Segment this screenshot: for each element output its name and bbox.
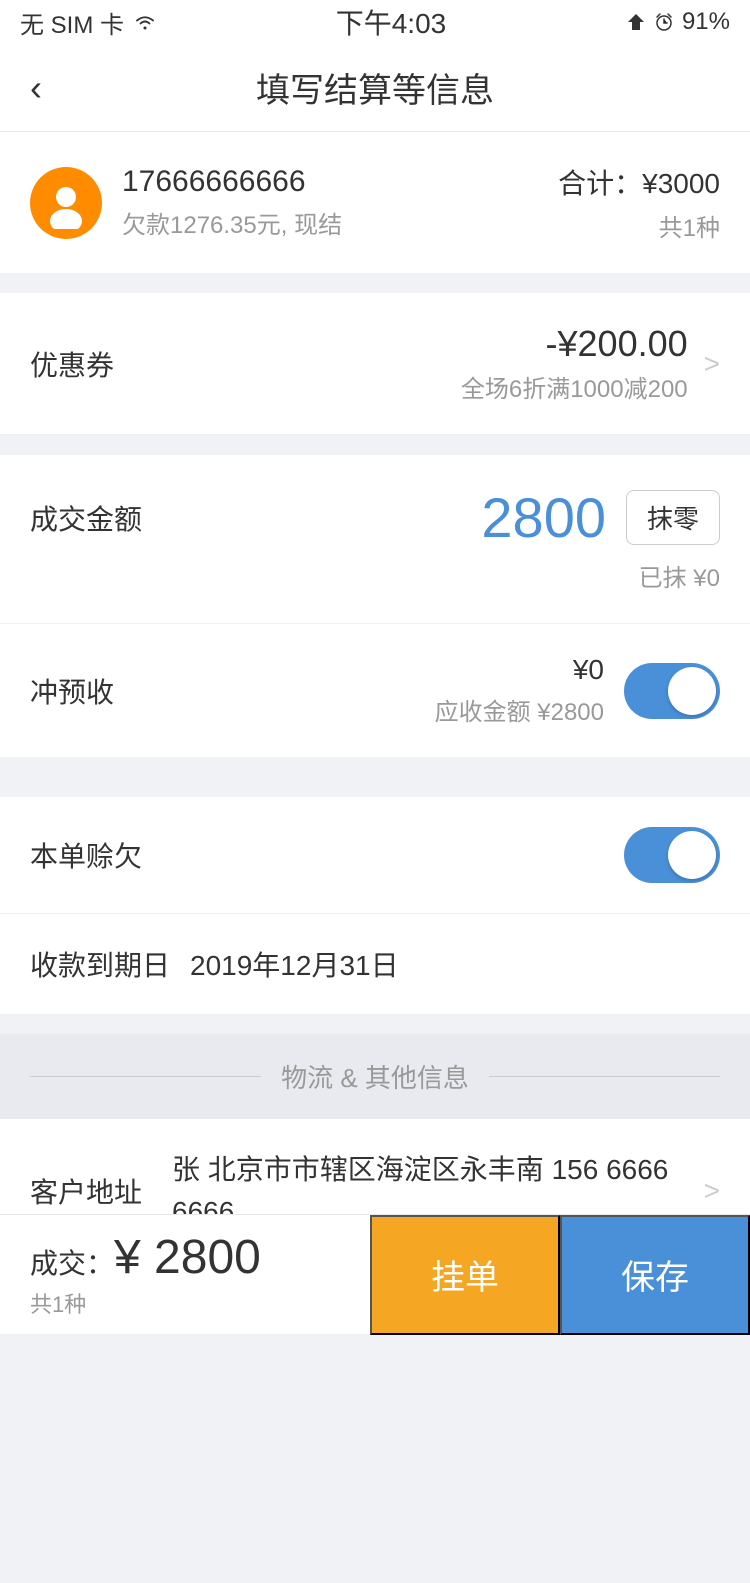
- pending-button[interactable]: 挂单: [370, 1215, 560, 1335]
- user-left: 17666666666 欠款1276.35元, 现结: [30, 165, 342, 240]
- avatar: [30, 167, 102, 239]
- total-label: 合计：: [558, 168, 642, 199]
- back-button[interactable]: ‹: [30, 67, 42, 109]
- content: 17666666666 欠款1276.35元, 现结 合计：¥3000 共1种 …: [0, 132, 750, 1583]
- user-sub-text: 欠款1276.35元, 现结: [122, 205, 342, 240]
- deal-amount-section: 成交金额 2800 抹零 已抹 ¥0: [0, 455, 750, 624]
- coupon-amount: -¥200.00: [461, 323, 688, 365]
- battery-level: 91%: [682, 8, 730, 36]
- deal-label: 成交金额: [30, 498, 142, 538]
- status-time: 下午4:03: [336, 2, 447, 42]
- prepay-top: 冲预收 ¥0 应收金额 ¥2800: [30, 654, 720, 727]
- duedate-label: 收款到期日: [30, 944, 170, 984]
- status-right: 91%: [626, 8, 730, 36]
- bottom-deal-label: 成交：: [30, 1248, 114, 1279]
- coupon-label: 优惠券: [30, 344, 114, 384]
- deal-amount-value: 2800: [481, 485, 606, 550]
- nav-bar: ‹ 填写结算等信息: [0, 44, 750, 132]
- sim-status: 无 SIM 卡: [20, 5, 124, 40]
- divider-2: [0, 435, 750, 455]
- avatar-icon: [40, 177, 92, 229]
- prepay-right: ¥0 应收金额 ¥2800: [435, 654, 720, 727]
- divider-3: [0, 757, 750, 777]
- prepay-amount: ¥0: [435, 654, 604, 686]
- status-bar: 无 SIM 卡 下午4:03 91%: [0, 0, 750, 44]
- status-left: 无 SIM 卡: [20, 5, 156, 40]
- address-chevron-icon: >: [704, 1175, 720, 1207]
- user-card: 17666666666 欠款1276.35元, 现结 合计：¥3000 共1种: [0, 132, 750, 273]
- prepay-sub: 应收金额 ¥2800: [435, 692, 604, 727]
- debt-label: 本单赊欠: [30, 835, 142, 875]
- section-header: 物流 & 其他信息: [0, 1034, 750, 1119]
- debt-section: 本单赊欠: [0, 797, 750, 913]
- deal-right: 2800 抹零: [481, 485, 720, 550]
- deal-sub: 已抹 ¥0: [30, 558, 720, 593]
- header-line-left: [30, 1076, 261, 1077]
- user-right: 合计：¥3000 共1种: [558, 162, 720, 243]
- bottom-bar: 成交：¥ 2800 共1种 挂单 保存: [0, 1214, 750, 1334]
- bottom-deal-amount: ¥ 2800: [114, 1231, 261, 1284]
- alarm-icon: [654, 12, 674, 32]
- coupon-desc: 全场6折满1000减200: [461, 369, 688, 404]
- bottom-deal-count: 共1种: [30, 1287, 340, 1319]
- duedate-value: 2019年12月31日: [190, 944, 399, 984]
- save-button[interactable]: 保存: [560, 1215, 750, 1335]
- bottom-deal-row: 成交：¥ 2800: [30, 1230, 340, 1285]
- prepay-section: 冲预收 ¥0 应收金额 ¥2800: [0, 624, 750, 757]
- wifi-icon: [134, 14, 156, 30]
- user-count: 共1种: [558, 208, 720, 243]
- location-icon: [626, 12, 646, 32]
- user-info: 17666666666 欠款1276.35元, 现结: [122, 165, 342, 240]
- bottom-summary: 成交：¥ 2800 共1种: [0, 1230, 370, 1319]
- user-phone: 17666666666: [122, 165, 342, 199]
- user-total: 合计：¥3000: [558, 162, 720, 202]
- coupon-row[interactable]: 优惠券 -¥200.00 全场6折满1000减200 >: [0, 293, 750, 435]
- chevron-right-icon: >: [704, 348, 720, 380]
- header-line-right: [489, 1076, 720, 1077]
- total-amount: ¥3000: [642, 168, 720, 199]
- divider-1: [0, 273, 750, 293]
- coupon-right: -¥200.00 全场6折满1000减200 >: [461, 323, 720, 404]
- round-button[interactable]: 抹零: [626, 490, 720, 545]
- prepay-label: 冲预收: [30, 671, 114, 711]
- debt-toggle[interactable]: [624, 827, 720, 883]
- deal-row: 成交金额 2800 抹零: [30, 485, 720, 550]
- duedate-section: 收款到期日 2019年12月31日: [0, 913, 750, 1014]
- address-label: 客户地址: [30, 1171, 142, 1211]
- section-header-text: 物流 & 其他信息: [281, 1058, 469, 1095]
- prepay-toggle[interactable]: [624, 663, 720, 719]
- page-title: 填写结算等信息: [256, 63, 494, 112]
